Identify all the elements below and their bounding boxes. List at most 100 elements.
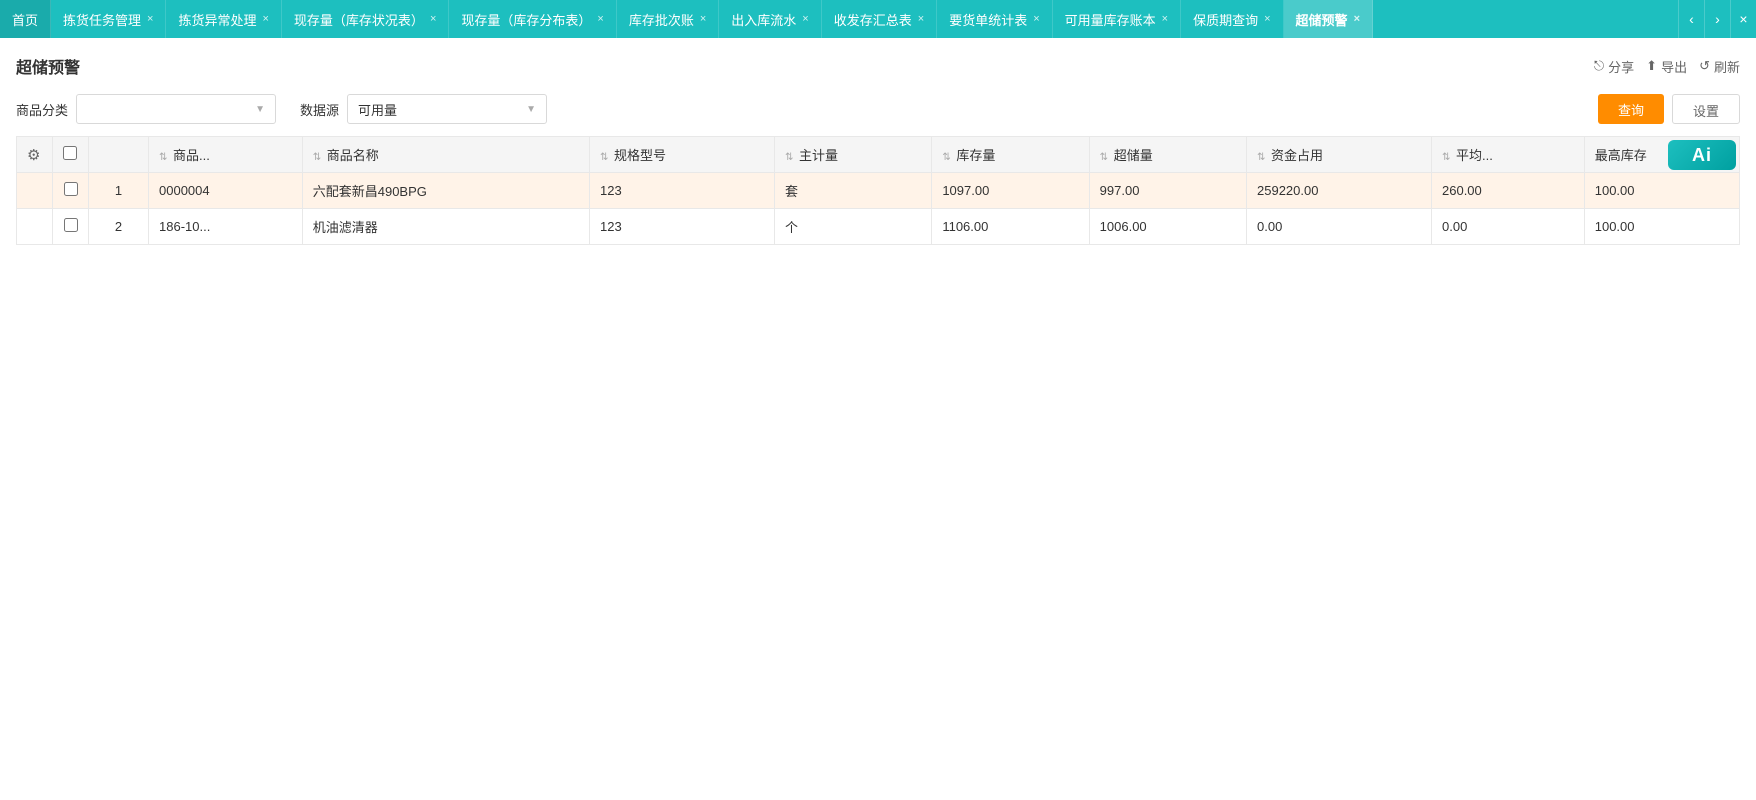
nav-inout-flow[interactable]: 出入库流水 × bbox=[719, 0, 821, 38]
query-button[interactable]: 查询 bbox=[1598, 94, 1664, 124]
header-actions: ⎋ 分享 ⬆ 导出 ↺ 刷新 bbox=[1594, 57, 1740, 76]
sort-spec-icon[interactable]: ⇅ bbox=[600, 152, 608, 163]
row-name: 六配套新昌490BPG bbox=[302, 173, 589, 209]
data-table: ⚙ ⇅ 商品... ⇅ 商品名称 ⇅ 规格型号 bbox=[16, 136, 1740, 245]
close-inventory-dist[interactable]: × bbox=[597, 13, 603, 25]
th-index bbox=[89, 137, 149, 173]
row-spec: 123 bbox=[590, 173, 775, 209]
row-name: 机油滤清器 bbox=[302, 209, 589, 245]
close-inout-flow[interactable]: × bbox=[802, 13, 808, 25]
top-navigation: 首页 拣货任务管理 × 拣货异常处理 × 现存量（库存状况表） × 现存量（库存… bbox=[0, 0, 1756, 38]
export-icon: ⬆ bbox=[1646, 58, 1657, 74]
nav-inventory-dist[interactable]: 现存量（库存分布表） × bbox=[449, 0, 616, 38]
table-row: 1 0000004 六配套新昌490BPG 123 套 1097.00 997.… bbox=[17, 173, 1740, 209]
nav-avail-stock[interactable]: 可用量库存账本 × bbox=[1053, 0, 1181, 38]
row-checkbox[interactable] bbox=[64, 182, 78, 196]
row-avg: 260.00 bbox=[1432, 173, 1585, 209]
sort-stock-icon[interactable]: ⇅ bbox=[942, 152, 950, 163]
nav-quality[interactable]: 保质期查询 × bbox=[1181, 0, 1283, 38]
nav-overstock[interactable]: 超储预警 × bbox=[1284, 0, 1373, 38]
share-button[interactable]: ⎋ 分享 bbox=[1594, 57, 1634, 76]
nav-task-mgmt[interactable]: 拣货任务管理 × bbox=[51, 0, 166, 38]
row-overstock: 1006.00 bbox=[1089, 209, 1246, 245]
th-stock: ⇅ 库存量 bbox=[932, 137, 1089, 173]
th-avg: ⇅ 平均... bbox=[1432, 137, 1585, 173]
close-avail-stock[interactable]: × bbox=[1162, 13, 1168, 25]
datasource-label: 数据源 bbox=[300, 100, 339, 119]
row-stock: 1097.00 bbox=[932, 173, 1089, 209]
datasource-select[interactable]: 可用量 ▼ bbox=[347, 94, 547, 124]
page-content: 超储预警 ⎋ 分享 ⬆ 导出 ↺ 刷新 商品分类 ▼ 数据源 bbox=[0, 38, 1756, 800]
page-title: 超储预警 bbox=[16, 54, 80, 78]
datasource-filter: 数据源 可用量 ▼ bbox=[300, 94, 547, 124]
close-task-mgmt[interactable]: × bbox=[147, 13, 153, 25]
nav-order-stats[interactable]: 要货单统计表 × bbox=[937, 0, 1052, 38]
row-index: 1 bbox=[89, 173, 149, 209]
row-capital: 259220.00 bbox=[1247, 173, 1432, 209]
th-spec: ⇅ 规格型号 bbox=[590, 137, 775, 173]
sort-sku-icon[interactable]: ⇅ bbox=[159, 152, 167, 163]
close-recv-send[interactable]: × bbox=[918, 13, 924, 25]
close-overstock[interactable]: × bbox=[1354, 13, 1360, 25]
row-unit: 个 bbox=[774, 209, 931, 245]
nav-arrow-left[interactable]: ‹ bbox=[1678, 0, 1704, 38]
nav-inventory-status[interactable]: 现存量（库存状况表） × bbox=[282, 0, 449, 38]
category-chevron-icon: ▼ bbox=[255, 104, 265, 115]
row-maxstock: 100.00 bbox=[1584, 173, 1739, 209]
row-checkbox-cell bbox=[53, 173, 89, 209]
sort-capital-icon[interactable]: ⇅ bbox=[1257, 152, 1265, 163]
row-spec: 123 bbox=[590, 209, 775, 245]
close-order-stats[interactable]: × bbox=[1033, 13, 1039, 25]
th-name: ⇅ 商品名称 bbox=[302, 137, 589, 173]
row-sku: 186-10... bbox=[149, 209, 303, 245]
nav-batch[interactable]: 库存批次账 × bbox=[617, 0, 719, 38]
category-label: 商品分类 bbox=[16, 100, 68, 119]
sort-avg-icon[interactable]: ⇅ bbox=[1442, 152, 1450, 163]
nav-abnormal[interactable]: 拣货异常处理 × bbox=[166, 0, 281, 38]
th-sku: ⇅ 商品... bbox=[149, 137, 303, 173]
row-settings-cell bbox=[17, 209, 53, 245]
ai-badge[interactable]: Ai bbox=[1668, 140, 1736, 170]
nav-arrow-right[interactable]: › bbox=[1704, 0, 1730, 38]
row-avg: 0.00 bbox=[1432, 209, 1585, 245]
sort-unit-icon[interactable]: ⇅ bbox=[785, 152, 793, 163]
th-overstock: ⇅ 超储量 bbox=[1089, 137, 1246, 173]
datasource-value: 可用量 bbox=[358, 100, 397, 119]
page-header: 超储预警 ⎋ 分享 ⬆ 导出 ↺ 刷新 bbox=[16, 54, 1740, 78]
datasource-chevron-icon: ▼ bbox=[526, 104, 536, 115]
export-button[interactable]: ⬆ 导出 bbox=[1646, 57, 1687, 76]
settings-button[interactable]: 设置 bbox=[1672, 94, 1740, 124]
sort-overstock-icon[interactable]: ⇅ bbox=[1100, 152, 1108, 163]
refresh-icon: ↺ bbox=[1699, 58, 1710, 74]
filter-row: 商品分类 ▼ 数据源 可用量 ▼ 查询 设置 bbox=[16, 94, 1740, 124]
category-select[interactable]: ▼ bbox=[76, 94, 276, 124]
row-settings-cell bbox=[17, 173, 53, 209]
row-checkbox[interactable] bbox=[64, 218, 78, 232]
nav-arrow-close[interactable]: × bbox=[1730, 0, 1756, 38]
table-row: 2 186-10... 机油滤清器 123 个 1106.00 1006.00 … bbox=[17, 209, 1740, 245]
filter-actions: 查询 设置 bbox=[1598, 94, 1740, 124]
row-unit: 套 bbox=[774, 173, 931, 209]
row-checkbox-cell bbox=[53, 209, 89, 245]
select-all-checkbox[interactable] bbox=[63, 146, 77, 160]
nav-recv-send[interactable]: 收发存汇总表 × bbox=[822, 0, 937, 38]
share-icon: ⎋ bbox=[1594, 58, 1604, 74]
th-settings: ⚙ bbox=[17, 137, 53, 173]
close-batch[interactable]: × bbox=[700, 13, 706, 25]
th-capital: ⇅ 资金占用 bbox=[1247, 137, 1432, 173]
row-stock: 1106.00 bbox=[932, 209, 1089, 245]
gear-icon[interactable]: ⚙ bbox=[27, 147, 40, 164]
refresh-button[interactable]: ↺ 刷新 bbox=[1699, 57, 1740, 76]
category-filter: 商品分类 ▼ bbox=[16, 94, 276, 124]
row-maxstock: 100.00 bbox=[1584, 209, 1739, 245]
nav-home[interactable]: 首页 bbox=[0, 0, 51, 38]
sort-name-icon[interactable]: ⇅ bbox=[313, 152, 321, 163]
th-unit: ⇅ 主计量 bbox=[774, 137, 931, 173]
table-header-row: ⚙ ⇅ 商品... ⇅ 商品名称 ⇅ 规格型号 bbox=[17, 137, 1740, 173]
th-checkbox bbox=[53, 137, 89, 173]
close-quality[interactable]: × bbox=[1264, 13, 1270, 25]
row-index: 2 bbox=[89, 209, 149, 245]
row-sku: 0000004 bbox=[149, 173, 303, 209]
close-inventory-status[interactable]: × bbox=[430, 13, 436, 25]
close-abnormal[interactable]: × bbox=[262, 13, 268, 25]
